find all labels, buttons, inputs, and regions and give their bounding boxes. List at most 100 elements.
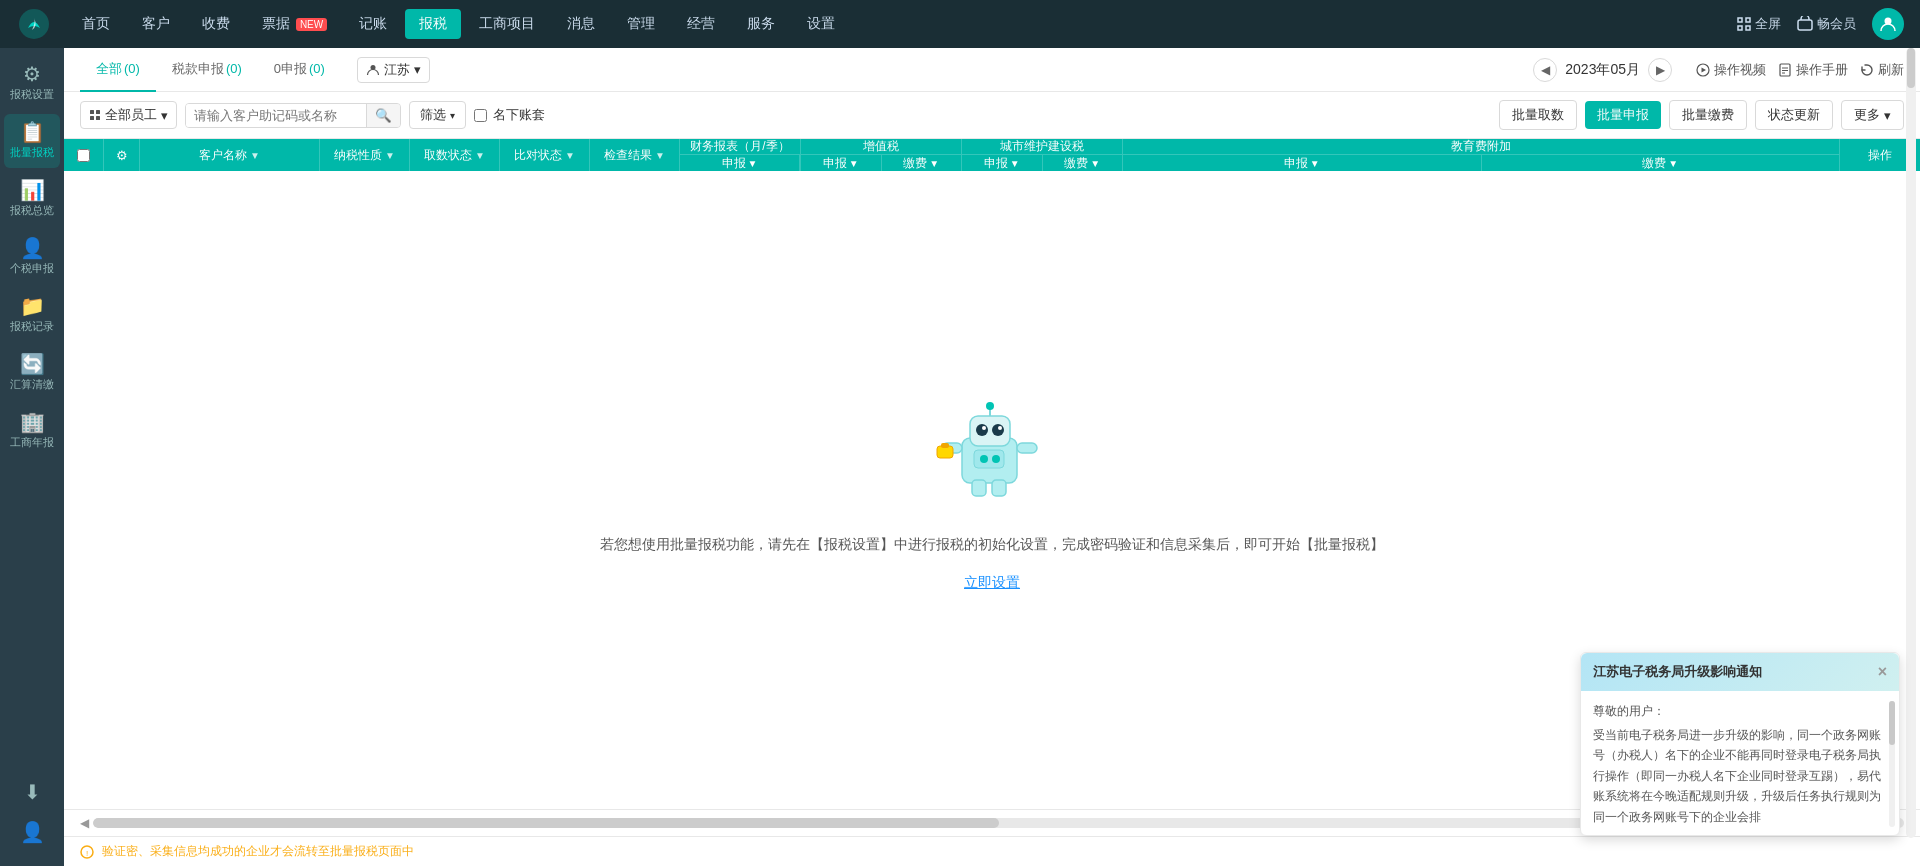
batch-pay-button[interactable]: 批量缴费 — [1669, 100, 1747, 130]
th-edu-declare: 申报 ▼ — [1123, 155, 1482, 171]
region-chevron-icon: ▾ — [414, 62, 421, 77]
nav-operation[interactable]: 经营 — [673, 9, 729, 39]
sidebar-download[interactable]: ⬇ — [4, 774, 60, 810]
th-fetch-status: 取数状态 ▼ — [410, 139, 500, 171]
accounts-checkbox[interactable] — [474, 109, 487, 122]
status-update-button[interactable]: 状态更新 — [1755, 100, 1833, 130]
next-month-button[interactable]: ▶ — [1648, 58, 1672, 82]
nav-invoice[interactable]: 票据 NEW — [248, 9, 341, 39]
nav-business[interactable]: 工商项目 — [465, 9, 549, 39]
th-city-pay-filter-icon[interactable]: ▼ — [1090, 158, 1100, 169]
th-city-group: 城市维护建设税 申报 ▼ 缴费 ▼ — [962, 139, 1123, 171]
filter-button[interactable]: 筛选 ▾ — [409, 101, 466, 129]
refresh-button[interactable]: 刷新 — [1860, 61, 1904, 79]
tab-all[interactable]: 全部 (0) — [80, 48, 156, 92]
th-checkbox-cell — [64, 139, 104, 171]
notification-close-button[interactable]: × — [1878, 664, 1887, 680]
th-compare-filter-icon[interactable]: ▼ — [565, 150, 575, 161]
nav-billing[interactable]: 收费 — [188, 9, 244, 39]
tab-tax-declare[interactable]: 税款申报 (0) — [156, 48, 258, 92]
th-check-filter-icon[interactable]: ▼ — [655, 150, 665, 161]
th-city-declare-filter-icon[interactable]: ▼ — [1010, 158, 1020, 169]
svg-point-23 — [998, 426, 1002, 430]
th-vat-declare: 申报 ▼ — [801, 155, 882, 171]
nav-tax[interactable]: 报税 — [405, 9, 461, 39]
user-avatar[interactable] — [1872, 8, 1904, 40]
app-logo[interactable] — [16, 6, 52, 42]
nav-home[interactable]: 首页 — [68, 9, 124, 39]
th-edu-pay: 缴费 ▼ — [1482, 155, 1840, 171]
th-vat-pay: 缴费 ▼ — [882, 155, 962, 171]
notification-scrollbar[interactable] — [1889, 701, 1895, 827]
refresh-icon — [1860, 63, 1874, 77]
th-city-pay: 缴费 ▼ — [1043, 155, 1123, 171]
sidebar-item-personal-tax[interactable]: 👤 个税申报 — [4, 230, 60, 284]
region-selector[interactable]: 江苏 ▾ — [357, 57, 430, 83]
sidebar-item-annual-report[interactable]: 🏢 工商年报 — [4, 404, 60, 458]
svg-rect-17 — [96, 116, 100, 120]
batch-fetch-button[interactable]: 批量取数 — [1499, 100, 1577, 130]
sidebar-item-tax-settings[interactable]: ⚙ 报税设置 — [4, 56, 60, 110]
employee-icon — [89, 109, 101, 121]
nav-accounting[interactable]: 记账 — [345, 9, 401, 39]
th-edu-group: 教育费附加 申报 ▼ 缴费 ▼ — [1123, 139, 1840, 171]
svg-rect-29 — [941, 443, 949, 448]
toolbar-right-actions: 批量取数 批量申报 批量缴费 状态更新 更多 ▾ — [1499, 100, 1904, 130]
nav-message[interactable]: 消息 — [553, 9, 609, 39]
nav-settings[interactable]: 设置 — [793, 9, 849, 39]
search-button[interactable]: 🔍 — [366, 104, 400, 127]
sidebar-bottom: ⬇ 👤 — [4, 774, 60, 866]
table-header: ⚙ 客户名称 ▼ 纳税性质 ▼ 取数状态 ▼ 比对状态 — [64, 139, 1920, 171]
column-settings-icon[interactable]: ⚙ — [116, 148, 128, 163]
th-finance-group: 财务报表（月/季） 申报 ▼ — [680, 139, 801, 171]
search-box: 🔍 — [185, 103, 401, 128]
th-fetch-filter-icon[interactable]: ▼ — [475, 150, 485, 161]
th-edu-pay-filter-icon[interactable]: ▼ — [1668, 158, 1678, 169]
notification-body: 尊敬的用户： 受当前电子税务局进一步升级的影响，同一个政务网账号（办税人）名下的… — [1581, 691, 1899, 835]
sidebar-item-tax-overview[interactable]: 📊 报税总览 — [4, 172, 60, 226]
select-all-checkbox[interactable] — [77, 149, 90, 162]
batch-declare-button[interactable]: 批量申报 — [1585, 101, 1661, 129]
member-button[interactable]: 畅会员 — [1797, 15, 1856, 33]
fullscreen-button[interactable]: 全屏 — [1737, 15, 1781, 33]
tax-settings-icon: ⚙ — [23, 64, 41, 84]
th-name-filter-icon[interactable]: ▼ — [250, 150, 260, 161]
svg-rect-27 — [1017, 443, 1037, 453]
svg-point-22 — [982, 426, 986, 430]
setup-link[interactable]: 立即设置 — [964, 574, 1020, 592]
bottom-warning-bar: ! 验证密、采集信息均成功的企业才会流转至批量报税页面中 — [64, 836, 1920, 866]
accounts-checkbox-label[interactable]: 名下账套 — [474, 106, 545, 124]
svg-rect-15 — [96, 110, 100, 114]
th-gear-cell: ⚙ — [104, 139, 140, 171]
search-input[interactable] — [186, 104, 366, 127]
sidebar-item-tax-records[interactable]: 📁 报税记录 — [4, 288, 60, 342]
empty-robot-illustration — [932, 388, 1052, 508]
nav-management[interactable]: 管理 — [613, 9, 669, 39]
more-button[interactable]: 更多 ▾ — [1841, 100, 1904, 130]
tab-zero-declare[interactable]: 0申报 (0) — [258, 48, 341, 92]
th-edu-declare-filter-icon[interactable]: ▼ — [1310, 158, 1320, 169]
nav-customer[interactable]: 客户 — [128, 9, 184, 39]
th-vat-declare-filter-icon[interactable]: ▼ — [849, 158, 859, 169]
notification-scroll-thumb — [1889, 701, 1895, 745]
th-tax-type-filter-icon[interactable]: ▼ — [385, 150, 395, 161]
main-vertical-scrollbar[interactable] — [1906, 48, 1916, 838]
employee-selector[interactable]: 全部员工 ▾ — [80, 101, 177, 129]
sidebar-item-batch-tax[interactable]: 📋 批量报税 — [4, 114, 60, 168]
scroll-left-button[interactable]: ◀ — [80, 816, 89, 830]
th-vat-pay-filter-icon[interactable]: ▼ — [929, 158, 939, 169]
svg-point-25 — [986, 402, 994, 410]
month-navigation: ◀ 2023年05月 ▶ — [1533, 58, 1672, 82]
sidebar-item-settlement[interactable]: 🔄 汇算清缴 — [4, 346, 60, 400]
invoice-badge: NEW — [296, 18, 327, 31]
video-link[interactable]: 操作视频 — [1696, 61, 1766, 79]
th-finance-declare-filter-icon[interactable]: ▼ — [748, 158, 758, 169]
nav-service[interactable]: 服务 — [733, 9, 789, 39]
prev-month-button[interactable]: ◀ — [1533, 58, 1557, 82]
annual-report-icon: 🏢 — [20, 412, 45, 432]
th-vat-group: 增值税 申报 ▼ 缴费 ▼ — [801, 139, 962, 171]
manual-link[interactable]: 操作手册 — [1778, 61, 1848, 79]
svg-text:!: ! — [86, 849, 88, 858]
sidebar-user[interactable]: 👤 — [4, 814, 60, 850]
empty-message: 若您想使用批量报税功能，请先在【报税设置】中进行报税的初始化设置，完成密码验证和… — [600, 532, 1384, 557]
